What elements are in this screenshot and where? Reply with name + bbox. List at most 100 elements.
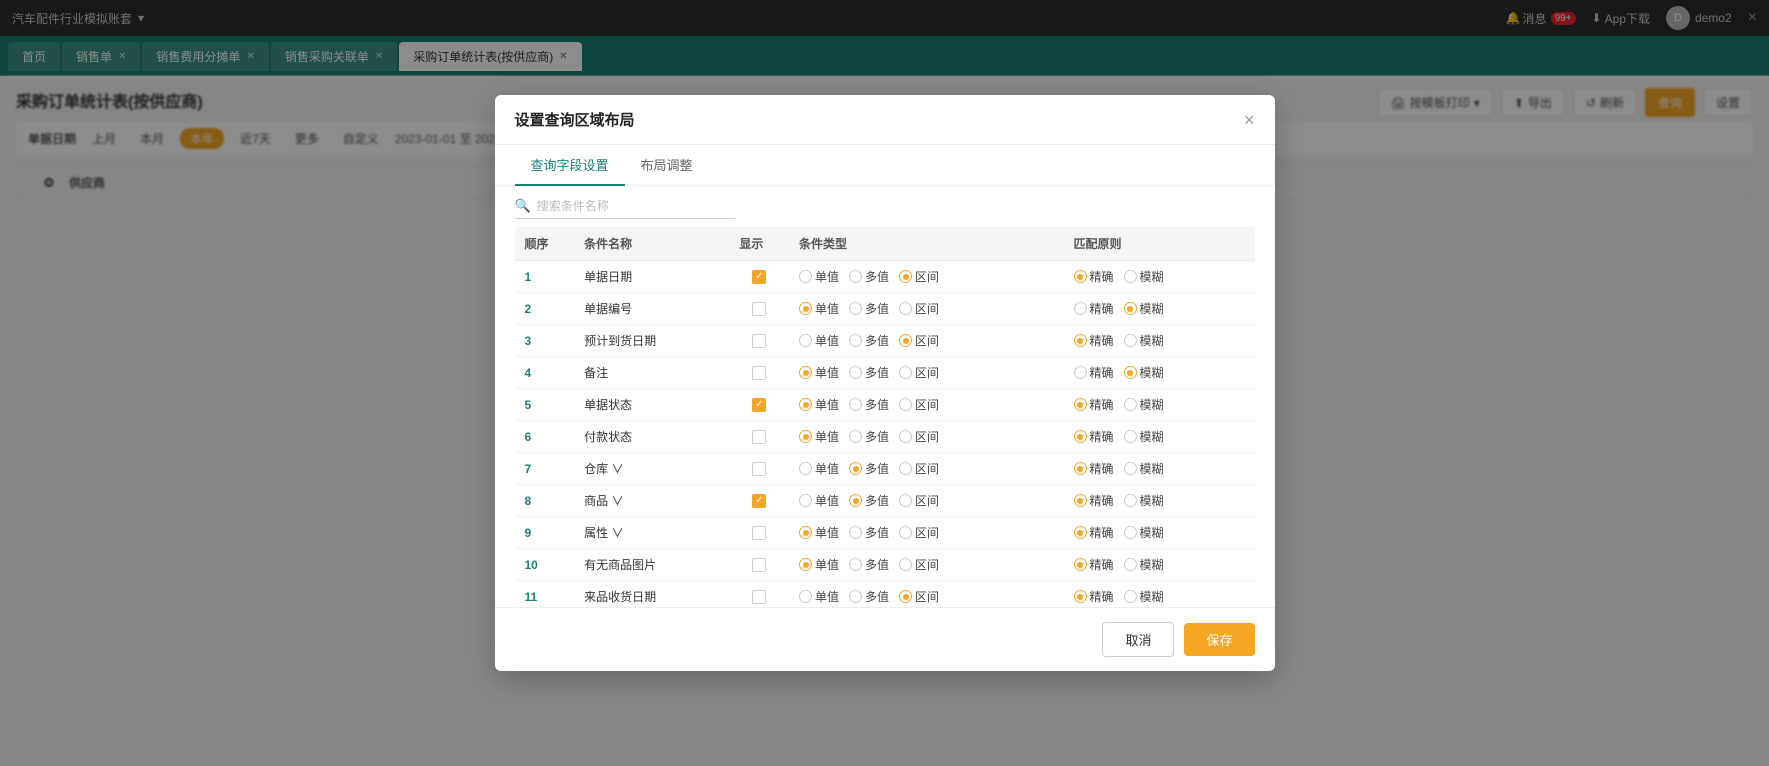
type-radio-区间[interactable]: 区间 [899, 300, 939, 317]
type-radio-区间[interactable]: 区间 [899, 332, 939, 349]
match-radio-模糊[interactable]: 模糊 [1124, 588, 1164, 605]
match-radio-模糊[interactable]: 模糊 [1124, 268, 1164, 285]
match-radio-模糊[interactable]: 模糊 [1124, 396, 1164, 413]
type-radio-多值[interactable]: 多值 [849, 268, 889, 285]
radio-circle [899, 558, 912, 571]
type-radio-单值[interactable]: 单值 [799, 364, 839, 381]
radio-circle [1124, 558, 1137, 571]
radio-label: 多值 [865, 332, 889, 349]
display-checkbox[interactable] [752, 430, 766, 444]
type-radio-多值[interactable]: 多值 [849, 364, 889, 381]
display-checkbox[interactable] [752, 366, 766, 380]
type-radio-多值[interactable]: 多值 [849, 460, 889, 477]
type-radio-区间[interactable]: 区间 [899, 396, 939, 413]
seq-number: 9 [525, 526, 532, 540]
match-radio-精确[interactable]: 精确 [1074, 364, 1114, 381]
type-radio-单值[interactable]: 单值 [799, 588, 839, 605]
type-radio-多值[interactable]: 多值 [849, 524, 889, 541]
match-radio-精确[interactable]: 精确 [1074, 268, 1114, 285]
display-cell[interactable] [729, 293, 789, 325]
display-checkbox[interactable] [752, 558, 766, 572]
display-cell[interactable] [729, 517, 789, 549]
type-radio-区间[interactable]: 区间 [899, 268, 939, 285]
type-radio-多值[interactable]: 多值 [849, 396, 889, 413]
save-button[interactable]: 保存 [1184, 623, 1254, 656]
display-checkbox[interactable] [752, 462, 766, 476]
match-radio-精确[interactable]: 精确 [1074, 556, 1114, 573]
display-checkbox[interactable] [752, 526, 766, 540]
seq-number: 3 [525, 334, 532, 348]
match-radio-模糊[interactable]: 模糊 [1124, 492, 1164, 509]
match-radio-精确[interactable]: 精确 [1074, 300, 1114, 317]
radio-circle [899, 366, 912, 379]
match-cell: 精确 模糊 [1064, 261, 1255, 293]
th-match: 匹配原则 [1064, 227, 1255, 261]
display-cell[interactable] [729, 421, 789, 453]
display-checkbox[interactable] [752, 302, 766, 316]
type-radio-区间[interactable]: 区间 [899, 428, 939, 445]
type-radio-多值[interactable]: 多值 [849, 492, 889, 509]
display-cell[interactable] [729, 261, 789, 293]
match-radio-精确[interactable]: 精确 [1074, 492, 1114, 509]
type-radio-单值[interactable]: 单值 [799, 268, 839, 285]
display-cell[interactable] [729, 581, 789, 608]
match-radio-模糊[interactable]: 模糊 [1124, 460, 1164, 477]
condition-name: 单据状态 [584, 398, 632, 412]
display-cell[interactable] [729, 389, 789, 421]
radio-circle [899, 302, 912, 315]
seq-number: 10 [525, 558, 538, 572]
type-radio-单值[interactable]: 单值 [799, 524, 839, 541]
search-input[interactable] [537, 199, 717, 213]
display-cell[interactable] [729, 357, 789, 389]
type-radio-单值[interactable]: 单值 [799, 460, 839, 477]
match-radio-精确[interactable]: 精确 [1074, 428, 1114, 445]
match-radio-精确[interactable]: 精确 [1074, 460, 1114, 477]
display-cell[interactable] [729, 485, 789, 517]
tab-fields[interactable]: 查询字段设置 [515, 145, 625, 186]
type-radio-多值[interactable]: 多值 [849, 428, 889, 445]
type-radio-多值[interactable]: 多值 [849, 556, 889, 573]
type-radio-单值[interactable]: 单值 [799, 300, 839, 317]
match-radio-精确[interactable]: 精确 [1074, 524, 1114, 541]
display-checkbox[interactable] [752, 270, 766, 284]
type-radio-单值[interactable]: 单值 [799, 556, 839, 573]
type-radio-区间[interactable]: 区间 [899, 524, 939, 541]
cancel-button[interactable]: 取消 [1102, 622, 1174, 657]
type-radio-单值[interactable]: 单值 [799, 396, 839, 413]
match-radio-精确[interactable]: 精确 [1074, 396, 1114, 413]
match-radio-模糊[interactable]: 模糊 [1124, 556, 1164, 573]
match-radio-精确[interactable]: 精确 [1074, 332, 1114, 349]
type-radio-多值[interactable]: 多值 [849, 332, 889, 349]
type-radio-单值[interactable]: 单值 [799, 428, 839, 445]
display-checkbox[interactable] [752, 590, 766, 604]
dialog-close-button[interactable]: × [1244, 111, 1255, 129]
type-radio-区间[interactable]: 区间 [899, 556, 939, 573]
match-radio-模糊[interactable]: 模糊 [1124, 332, 1164, 349]
radio-circle [849, 590, 862, 603]
type-radio-多值[interactable]: 多值 [849, 300, 889, 317]
match-radio-模糊[interactable]: 模糊 [1124, 300, 1164, 317]
type-radio-区间[interactable]: 区间 [899, 492, 939, 509]
display-checkbox[interactable] [752, 398, 766, 412]
display-cell[interactable] [729, 325, 789, 357]
match-radio-模糊[interactable]: 模糊 [1124, 524, 1164, 541]
display-cell[interactable] [729, 549, 789, 581]
match-radio-模糊[interactable]: 模糊 [1124, 364, 1164, 381]
display-cell[interactable] [729, 453, 789, 485]
match-radio-精确[interactable]: 精确 [1074, 588, 1114, 605]
tab-layout[interactable]: 布局调整 [625, 145, 709, 186]
radio-circle [1074, 494, 1087, 507]
seq-number: 5 [525, 398, 532, 412]
radio-circle [1074, 430, 1087, 443]
type-radio-单值[interactable]: 单值 [799, 492, 839, 509]
display-checkbox[interactable] [752, 334, 766, 348]
type-radio-区间[interactable]: 区间 [899, 364, 939, 381]
radio-label: 精确 [1090, 364, 1114, 381]
radio-circle [799, 366, 812, 379]
type-radio-区间[interactable]: 区间 [899, 588, 939, 605]
type-radio-单值[interactable]: 单值 [799, 332, 839, 349]
match-radio-模糊[interactable]: 模糊 [1124, 428, 1164, 445]
type-radio-区间[interactable]: 区间 [899, 460, 939, 477]
type-radio-多值[interactable]: 多值 [849, 588, 889, 605]
display-checkbox[interactable] [752, 494, 766, 508]
